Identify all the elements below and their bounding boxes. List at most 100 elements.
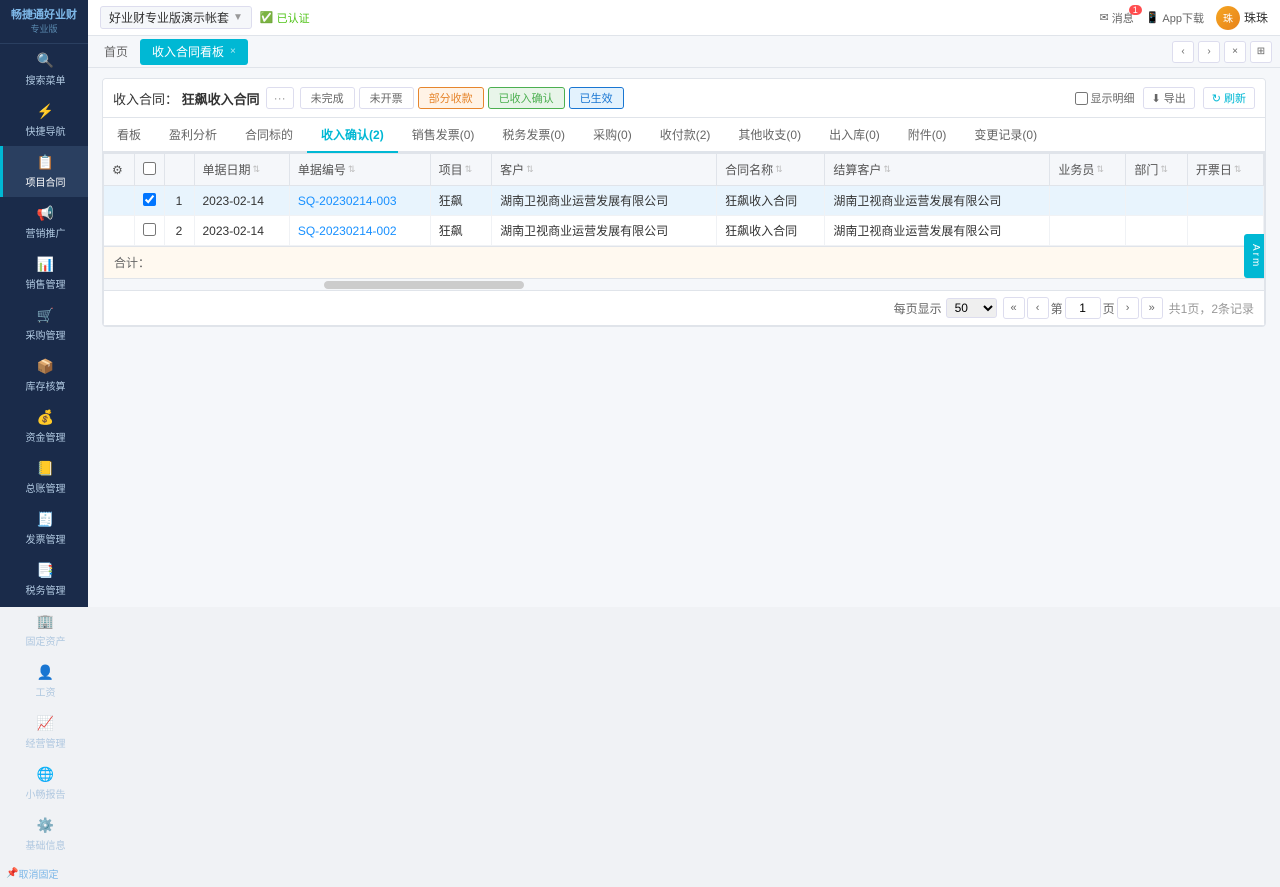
- message-button[interactable]: ✉ 1 消息: [1099, 10, 1133, 26]
- sidebar-label-search: 搜索菜单: [26, 72, 66, 87]
- subtab-盈利分析[interactable]: 盈利分析: [155, 118, 231, 153]
- sidebar-bottom[interactable]: 📌 取消固定: [0, 860, 88, 887]
- subtab-销售发票[interactable]: 销售发票(0): [398, 118, 489, 153]
- row-customer: 湖南卫视商业运营发展有限公司: [492, 186, 717, 216]
- total-row: 合计：: [104, 246, 1264, 278]
- col-header-date[interactable]: 单据日期 ⇅: [194, 154, 289, 186]
- status-btn-2[interactable]: 部分收款: [418, 87, 484, 109]
- sidebar-item-base[interactable]: ⚙️基础信息: [0, 809, 88, 860]
- row-number-link[interactable]: SQ-20230214-003: [289, 186, 430, 216]
- sidebar-icon-inventory: 📦: [37, 358, 54, 375]
- more-button[interactable]: ···: [266, 87, 294, 109]
- page-prev-button[interactable]: ‹: [1027, 297, 1049, 319]
- row-settle-customer: 湖南卫视商业运营发展有限公司: [825, 186, 1050, 216]
- tab-close-income-contract[interactable]: ×: [230, 46, 236, 57]
- subtab-变更记录[interactable]: 变更记录(0): [960, 118, 1051, 153]
- show-detail-checkbox-area: 显示明细: [1075, 90, 1135, 106]
- tab-income-contract[interactable]: 收入合同看板×: [140, 39, 248, 65]
- col-header-row_num: [164, 154, 194, 186]
- row-date: 2023-02-14: [194, 216, 289, 246]
- horizontal-scrollbar[interactable]: [104, 278, 1264, 290]
- sidebar-item-operation[interactable]: 📈经营管理: [0, 707, 88, 758]
- unpin-icon: 📌: [6, 868, 18, 879]
- sort-icon-number: ⇅: [348, 164, 356, 175]
- subtab-其他收支[interactable]: 其他收支(0): [724, 118, 815, 153]
- float-side-button[interactable]: Arm: [1244, 234, 1264, 278]
- per-page-select[interactable]: 2050100: [946, 298, 997, 318]
- page-first-button[interactable]: «: [1003, 297, 1025, 319]
- sidebar-item-hr[interactable]: 👤工资: [0, 656, 88, 707]
- select-all-checkbox[interactable]: [143, 162, 156, 175]
- page-header: 收入合同： 狂飙收入合同 ··· 未完成未开票部分收款已收入确认已生效 显示明细…: [103, 79, 1265, 118]
- nav-prev-button[interactable]: ‹: [1172, 41, 1194, 63]
- sidebar-item-quicknav[interactable]: ⚡快捷导航: [0, 95, 88, 146]
- sidebar-item-funds[interactable]: 💰资金管理: [0, 401, 88, 452]
- sidebar-item-general[interactable]: 📒总账管理: [0, 452, 88, 503]
- refresh-button[interactable]: ↻ 刷新: [1203, 87, 1255, 109]
- col-header-open_date[interactable]: 开票日 ⇅: [1187, 154, 1263, 186]
- row-checkbox-cell[interactable]: [134, 186, 164, 216]
- status-btn-0[interactable]: 未完成: [300, 87, 355, 109]
- sidebar-label-project: 项目合同: [26, 174, 66, 189]
- nav-next-button[interactable]: ›: [1198, 41, 1220, 63]
- sidebar-item-sales[interactable]: 📊销售管理: [0, 248, 88, 299]
- subtab-合同标的[interactable]: 合同标的: [231, 118, 307, 153]
- float-btn-label[interactable]: Arm: [1244, 234, 1264, 278]
- topbar: 好业财专业版演示帐套 ▼ ✅ 已认证 ✉ 1 消息 📱 App下载 珠 珠珠: [88, 0, 1280, 36]
- main-content: 好业财专业版演示帐套 ▼ ✅ 已认证 ✉ 1 消息 📱 App下载 珠 珠珠: [88, 0, 1280, 607]
- tab-home[interactable]: 首页: [96, 43, 136, 60]
- col-header-department[interactable]: 部门 ⇅: [1126, 154, 1187, 186]
- sidebar-label-invoice: 发票管理: [26, 531, 66, 546]
- app-download-button[interactable]: 📱 App下载: [1146, 10, 1204, 26]
- nav-close-button[interactable]: ×: [1224, 41, 1246, 63]
- row-customer: 湖南卫视商业运营发展有限公司: [492, 216, 717, 246]
- subtab-看板[interactable]: 看板: [103, 118, 155, 153]
- scrollbar-thumb[interactable]: [324, 281, 524, 289]
- subtab-出入库[interactable]: 出入库(0): [815, 118, 894, 153]
- status-btn-4[interactable]: 已生效: [569, 87, 624, 109]
- sidebar-item-report[interactable]: 🌐小畅报告: [0, 758, 88, 809]
- page-size-selector: 每页显示 2050100: [894, 298, 997, 318]
- col-header-settle_customer[interactable]: 结算客户 ⇅: [825, 154, 1050, 186]
- subtab-收付款[interactable]: 收付款(2): [646, 118, 725, 153]
- row-checkbox[interactable]: [143, 193, 156, 206]
- nav-pin-button[interactable]: ⊞: [1250, 41, 1272, 63]
- col-header-number[interactable]: 单据编号 ⇅: [289, 154, 430, 186]
- certified-text: 已认证: [277, 10, 310, 26]
- subtab-收入确认[interactable]: 收入确认(2): [307, 118, 398, 153]
- row-checkbox-cell[interactable]: [134, 216, 164, 246]
- user-menu[interactable]: 珠 珠珠: [1216, 6, 1268, 30]
- subtab-附件[interactable]: 附件(0): [894, 118, 961, 153]
- sidebar-item-inventory[interactable]: 📦库存核算: [0, 350, 88, 401]
- sidebar-item-marketing[interactable]: 📢营销推广: [0, 197, 88, 248]
- page-next-button[interactable]: ›: [1117, 297, 1139, 319]
- table-body: 1 2023-02-14 SQ-20230214-003 狂飙 湖南卫视商业运营…: [104, 186, 1264, 246]
- page-last-button[interactable]: »: [1141, 297, 1163, 319]
- export-button[interactable]: ⬇ 导出: [1143, 87, 1195, 109]
- table-row[interactable]: 1 2023-02-14 SQ-20230214-003 狂飙 湖南卫视商业运营…: [104, 186, 1264, 216]
- status-btn-1[interactable]: 未开票: [359, 87, 414, 109]
- settings-icon[interactable]: ⚙: [112, 163, 123, 177]
- doc-number-link[interactable]: SQ-20230214-003: [298, 194, 397, 208]
- sidebar-item-invoice[interactable]: 🧾发票管理: [0, 503, 88, 554]
- page-input[interactable]: [1065, 297, 1101, 319]
- company-selector[interactable]: 好业财专业版演示帐套 ▼: [100, 6, 252, 29]
- sidebar-item-assets[interactable]: 🏢固定资产: [0, 605, 88, 656]
- show-detail-checkbox[interactable]: [1075, 92, 1088, 105]
- col-header-project[interactable]: 项目 ⇅: [430, 154, 491, 186]
- subtab-税务发票[interactable]: 税务发票(0): [488, 118, 579, 153]
- doc-number-link[interactable]: SQ-20230214-002: [298, 224, 397, 238]
- col-header-contract[interactable]: 合同名称 ⇅: [717, 154, 825, 186]
- sidebar-item-tax[interactable]: 📑税务管理: [0, 554, 88, 605]
- table-row[interactable]: 2 2023-02-14 SQ-20230214-002 狂飙 湖南卫视商业运营…: [104, 216, 1264, 246]
- sidebar-item-purchase[interactable]: 🛒采购管理: [0, 299, 88, 350]
- row-checkbox[interactable]: [143, 223, 156, 236]
- sidebar-item-project[interactable]: 📋项目合同: [0, 146, 88, 197]
- col-header-customer[interactable]: 客户 ⇅: [492, 154, 717, 186]
- subtab-采购[interactable]: 采购(0): [579, 118, 646, 153]
- page-label-before: 第: [1051, 300, 1063, 317]
- row-number-link[interactable]: SQ-20230214-002: [289, 216, 430, 246]
- sidebar-item-search[interactable]: 🔍搜索菜单: [0, 44, 88, 95]
- status-btn-3[interactable]: 已收入确认: [488, 87, 565, 109]
- col-header-salesman[interactable]: 业务员 ⇅: [1050, 154, 1126, 186]
